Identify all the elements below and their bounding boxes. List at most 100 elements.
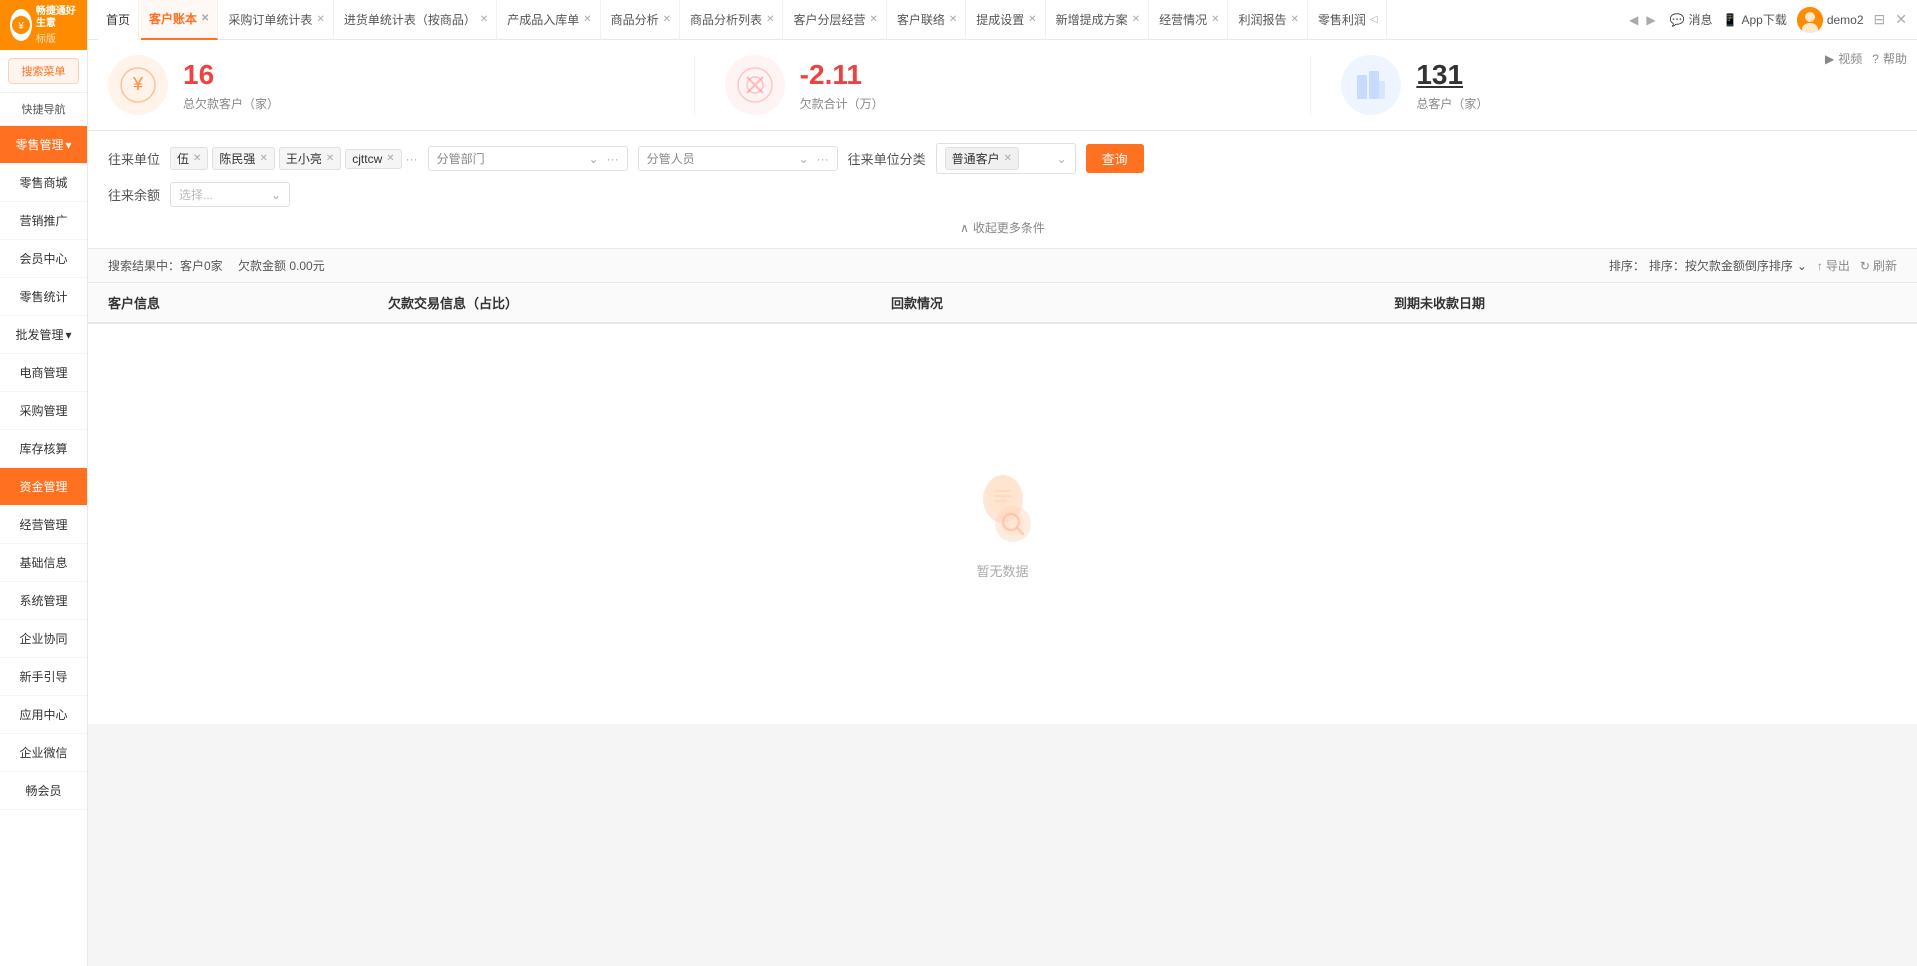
tab-caigou-dingdan[interactable]: 采购订单统计表 ✕	[220, 0, 333, 40]
search-menu-button[interactable]: 搜索菜单	[8, 58, 79, 84]
sidebar-item-kucun[interactable]: 库存核算	[0, 430, 87, 468]
tab-close-icon[interactable]: ✕	[1132, 14, 1140, 25]
export-label: 导出	[1826, 257, 1850, 274]
app-download-button[interactable]: 📱 App下载	[1723, 11, 1787, 28]
sidebar-item-dianshanng[interactable]: 电商管理	[0, 354, 87, 392]
empty-icon	[963, 469, 1043, 549]
sidebar-item-jingying[interactable]: 经营管理	[0, 506, 87, 544]
tab-kehu-fenceng[interactable]: 客户分层经营 ✕	[785, 0, 886, 40]
all-customers-icon	[1341, 55, 1401, 115]
tab-close-icon[interactable]: ◁	[1370, 14, 1378, 25]
sidebar-item-huiyuan[interactable]: 会员中心	[0, 240, 87, 278]
person-select-arrow: ⌄	[799, 152, 809, 166]
tab-home[interactable]: 首页	[98, 0, 139, 40]
stat-label-debt: 欠款合计（万）	[800, 95, 884, 112]
sort-value: 排序：按欠款金额倒序排序	[1649, 257, 1793, 274]
sidebar-item-xitong[interactable]: 系统管理	[0, 582, 87, 620]
empty-state: 暂无数据	[903, 409, 1103, 640]
tab-close-icon[interactable]: ✕	[1211, 14, 1219, 25]
tab-close-icon[interactable]: ✕	[869, 14, 877, 25]
video-help-link[interactable]: ▶ 视频	[1825, 50, 1862, 67]
sidebar-item-label: 畅会员	[25, 784, 61, 798]
tab-scroll-arrows: ◀ ▶	[1625, 11, 1659, 29]
query-button[interactable]: 查询	[1086, 144, 1144, 173]
dept-more-icon[interactable]: ···	[607, 152, 619, 166]
tab-close-icon[interactable]: ✕	[766, 14, 774, 25]
tab-lirun-baogao[interactable]: 利润报告 ✕	[1230, 0, 1307, 40]
unit-filter-label: 往来单位	[108, 149, 160, 168]
stat-divider-2	[1310, 55, 1311, 115]
tab-label: 客户分层经营	[793, 11, 865, 28]
tab-ticheng-shezhi[interactable]: 提成设置 ✕	[968, 0, 1045, 40]
sidebar-item-chang-huiyuan[interactable]: 畅会员	[0, 772, 87, 810]
sidebar-item-xinshou[interactable]: 新手引导	[0, 658, 87, 696]
tab-shangpin-lie[interactable]: 商品分析列表 ✕	[682, 0, 783, 40]
dept-select-arrow: ⌄	[589, 152, 599, 166]
tab-xinzeng-ticheng[interactable]: 新增提成方案 ✕	[1048, 0, 1149, 40]
sidebar-item-yingxiao[interactable]: 营销推广	[0, 202, 87, 240]
tab-close-icon[interactable]: ✕	[480, 14, 488, 25]
tab-prev-button[interactable]: ◀	[1625, 11, 1642, 29]
stat-number-customers: 16	[183, 59, 279, 91]
sidebar-item-jichu[interactable]: 基础信息	[0, 544, 87, 582]
sidebar-item-zijin[interactable]: 资金管理	[0, 468, 87, 506]
refresh-button[interactable]: ↻ 刷新	[1860, 257, 1897, 274]
sidebar-item-tongji[interactable]: 零售统计	[0, 278, 87, 316]
tag-close-wang[interactable]: ✕	[326, 153, 334, 164]
video-label: 视频	[1838, 50, 1862, 67]
tab-close-icon[interactable]: ✕	[583, 14, 591, 25]
sidebar-item-qiye-weixin[interactable]: 企业微信	[0, 734, 87, 772]
person-select[interactable]: 分管人员 ⌄ ···	[638, 146, 838, 171]
user-profile[interactable]: demo2	[1797, 7, 1864, 33]
sidebar-item-label: 营销推广	[19, 214, 67, 228]
search-result-actions: 排序： 排序：按欠款金额倒序排序 ⌄ ↑ 导出 ↻ 刷新	[1609, 257, 1897, 274]
tab-close-icon[interactable]: ✕	[1291, 14, 1299, 25]
sidebar-item-pifa[interactable]: 批发管理 ▾	[0, 316, 87, 354]
tab-jingying[interactable]: 经营情况 ✕	[1151, 0, 1228, 40]
tab-close-icon[interactable]: ✕	[1028, 14, 1036, 25]
tab-shangpin-fenxi[interactable]: 商品分析 ✕	[603, 0, 680, 40]
tab-kehu-lianxi[interactable]: 客户联络 ✕	[889, 0, 966, 40]
person-more-icon[interactable]: ···	[817, 152, 829, 166]
quick-nav-button[interactable]: 快捷导航	[0, 93, 87, 126]
filter-tag-wang: 王小亮 ✕	[279, 147, 341, 170]
sidebar-item-caigou[interactable]: 采购管理	[0, 392, 87, 430]
tab-next-button[interactable]: ▶	[1642, 11, 1659, 29]
sidebar-item-lingshou[interactable]: 零售管理 ▾	[0, 126, 87, 164]
balance-select[interactable]: 选择... ⌄	[170, 182, 290, 207]
export-button[interactable]: ↑ 导出	[1817, 257, 1850, 274]
collapse-button[interactable]: ∧ 收起更多条件	[960, 219, 1045, 236]
help-link[interactable]: ? 帮助	[1872, 50, 1907, 67]
messages-button[interactable]: 💬 消息	[1670, 11, 1713, 28]
tab-label: 商品分析	[611, 11, 659, 28]
table-body: 暂无数据	[88, 324, 1917, 724]
dept-select[interactable]: 分管部门 ⌄ ···	[428, 146, 628, 171]
tab-close-icon[interactable]: ✕	[201, 13, 209, 24]
tab-close-icon[interactable]: ✕	[663, 14, 671, 25]
sidebar-item-qiye-xieyi[interactable]: 企业协同	[0, 620, 87, 658]
sort-select[interactable]: 排序： 排序：按欠款金额倒序排序 ⌄	[1609, 257, 1807, 274]
tab-lingshou-lirun[interactable]: 零售利润 ◁	[1310, 0, 1387, 40]
window-close-button[interactable]: ✕	[1895, 11, 1907, 28]
tag-close-chen[interactable]: ✕	[259, 153, 267, 164]
tag-close-cjttcw[interactable]: ✕	[386, 153, 394, 164]
tag-close-wu[interactable]: ✕	[193, 153, 201, 164]
window-minimize-button[interactable]: ⊟	[1874, 11, 1886, 28]
tab-close-icon[interactable]: ✕	[949, 14, 957, 25]
tab-chanpin-ruku[interactable]: 产成品入库单 ✕	[499, 0, 600, 40]
sidebar-item-label: 电商管理	[19, 366, 67, 380]
collapse-label: 收起更多条件	[973, 219, 1045, 236]
tab-jinhuo-tongji[interactable]: 进货单统计表（按商品） ✕	[336, 0, 497, 40]
tab-kehu-zhangben[interactable]: 客户账本 ✕	[141, 0, 218, 40]
stat-total-customers: ¥ 16 总欠款客户（家）	[108, 55, 664, 115]
sidebar-item-shangcheng[interactable]: 零售商城	[0, 164, 87, 202]
tag-label: 王小亮	[286, 150, 322, 167]
filter-more-tags[interactable]: ···	[406, 152, 418, 166]
unit-class-select[interactable]: 普通客户 ✕ ⌄	[936, 143, 1076, 174]
logo-title: 畅捷通好生意	[36, 6, 77, 30]
unit-class-tag-close[interactable]: ✕	[1004, 153, 1012, 164]
unit-class-value: 普通客户	[952, 150, 1000, 167]
logo-version: 标版	[36, 30, 77, 45]
sidebar-item-yingyong[interactable]: 应用中心	[0, 696, 87, 734]
tab-close-icon[interactable]: ✕	[316, 14, 324, 25]
